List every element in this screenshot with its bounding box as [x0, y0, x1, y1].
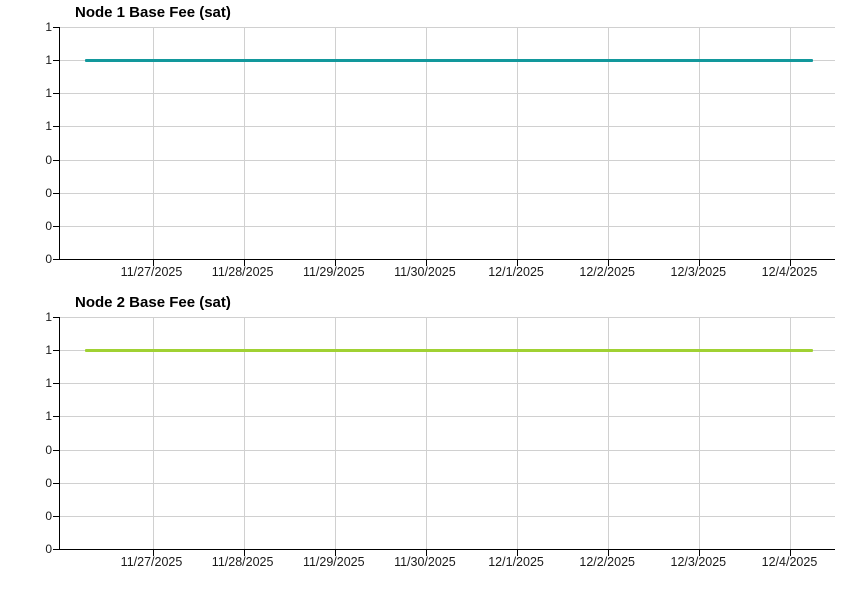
y-tick-mark — [53, 159, 59, 161]
x-tick-label: 11/27/2025 — [120, 555, 183, 569]
y-tick-label: 1 — [45, 20, 52, 34]
y-tick-mark — [53, 383, 59, 385]
x-grid-line — [334, 27, 336, 259]
x-tick-label: 12/1/2025 — [488, 265, 544, 279]
y-tick-mark — [53, 27, 59, 28]
y-tick-mark — [53, 126, 59, 128]
x-tick-label: 12/2/2025 — [579, 555, 635, 569]
y-grid-line — [60, 317, 835, 318]
x-tick-label: 11/30/2025 — [394, 265, 456, 279]
x-grid-line — [790, 317, 792, 549]
y-tick-label: 0 — [45, 442, 52, 457]
y-tick-label: 1 — [45, 86, 52, 101]
x-grid-line — [243, 27, 245, 259]
y-tick-mark — [53, 259, 59, 260]
x-grid-line — [790, 27, 792, 259]
chart-node2-base-fee: Node 2 Base Fee (sat) 1 1 1 1 0 0 0 0 11/27/2025… — [0, 290, 860, 580]
series-line-node-1-base-fee — [85, 58, 813, 62]
y-grid-line — [60, 383, 835, 385]
y-tick-label: 1 — [45, 53, 52, 68]
x-grid-line — [699, 27, 701, 259]
chart-title-node1: Node 1 Base Fee (sat) — [75, 4, 231, 21]
series-line-node-2-base-fee — [85, 348, 813, 352]
chart-node1-base-fee: Node 1 Base Fee (sat) 1 1 1 1 0 0 0 0 11/27/2025… — [0, 0, 860, 290]
y-grid-line — [60, 192, 835, 194]
x-tick-label: 12/3/2025 — [670, 555, 727, 569]
y-tick-label: 1 — [45, 409, 52, 424]
y-grid-line — [60, 126, 835, 128]
x-grid-line — [243, 317, 245, 549]
plot-area-node1 — [53, 27, 835, 266]
y-grid-line — [60, 482, 835, 484]
x-grid-line — [517, 317, 519, 549]
y-grid-line — [60, 93, 835, 95]
x-tick-label: 11/28/2025 — [211, 555, 274, 569]
y-tick-mark — [53, 192, 59, 194]
x-grid-line — [608, 27, 610, 259]
y-tick-mark — [53, 515, 59, 517]
x-grid-line — [152, 317, 154, 549]
y-tick-label: 1 — [45, 343, 52, 358]
x-tick-label: 11/30/2025 — [394, 555, 456, 569]
y-tick-mark — [53, 482, 59, 484]
chart-title-node2: Node 2 Base Fee (sat) — [75, 294, 231, 311]
y-grid-line — [60, 416, 835, 418]
x-grid-line — [334, 317, 336, 549]
y-tick-label: 0 — [45, 475, 52, 490]
x-tick-label: 11/28/2025 — [211, 265, 274, 279]
y-grid-line — [60, 225, 835, 227]
x-grid-line — [699, 317, 701, 549]
y-tick-label: 0 — [45, 185, 52, 200]
y-tick-label: 1 — [45, 119, 52, 134]
x-tick-label: 12/4/2025 — [761, 265, 818, 279]
y-tick-label: 0 — [45, 508, 52, 523]
y-tick-label: 0 — [45, 252, 52, 266]
y-tick-label: 0 — [45, 152, 52, 167]
plot-area-node2 — [53, 317, 835, 556]
x-grid-line — [517, 27, 519, 259]
x-tick-label: 12/1/2025 — [488, 555, 544, 569]
y-tick-mark — [53, 416, 59, 418]
x-tick-label: 12/4/2025 — [761, 555, 818, 569]
dual-fee-chart-page: Node 1 Base Fee (sat) 1 1 1 1 0 0 0 0 11/27/2025… — [0, 0, 860, 600]
y-tick-label: 1 — [45, 376, 52, 391]
x-grid-line — [608, 317, 610, 549]
y-grid-line — [60, 515, 835, 517]
x-tick-label: 12/3/2025 — [670, 265, 727, 279]
y-tick-label: 0 — [45, 218, 52, 233]
y-tick-label: 1 — [45, 310, 52, 324]
x-grid-line — [425, 27, 427, 259]
y-tick-mark — [53, 350, 59, 352]
y-grid-line — [60, 159, 835, 161]
y-tick-mark — [53, 60, 59, 62]
x-tick-label: 12/2/2025 — [579, 265, 635, 279]
y-tick-mark — [53, 225, 59, 227]
x-tick-label: 11/29/2025 — [302, 555, 365, 569]
x-grid-line — [152, 27, 154, 259]
y-grid-line — [60, 449, 835, 451]
y-tick-label: 0 — [45, 542, 52, 556]
y-tick-mark — [53, 93, 59, 95]
y-tick-mark — [53, 449, 59, 451]
y-tick-mark — [53, 317, 59, 318]
y-grid-line — [60, 27, 835, 28]
x-grid-line — [425, 317, 427, 549]
x-tick-label: 11/29/2025 — [302, 265, 365, 279]
y-tick-mark — [53, 549, 59, 550]
x-tick-label: 11/27/2025 — [120, 265, 183, 279]
